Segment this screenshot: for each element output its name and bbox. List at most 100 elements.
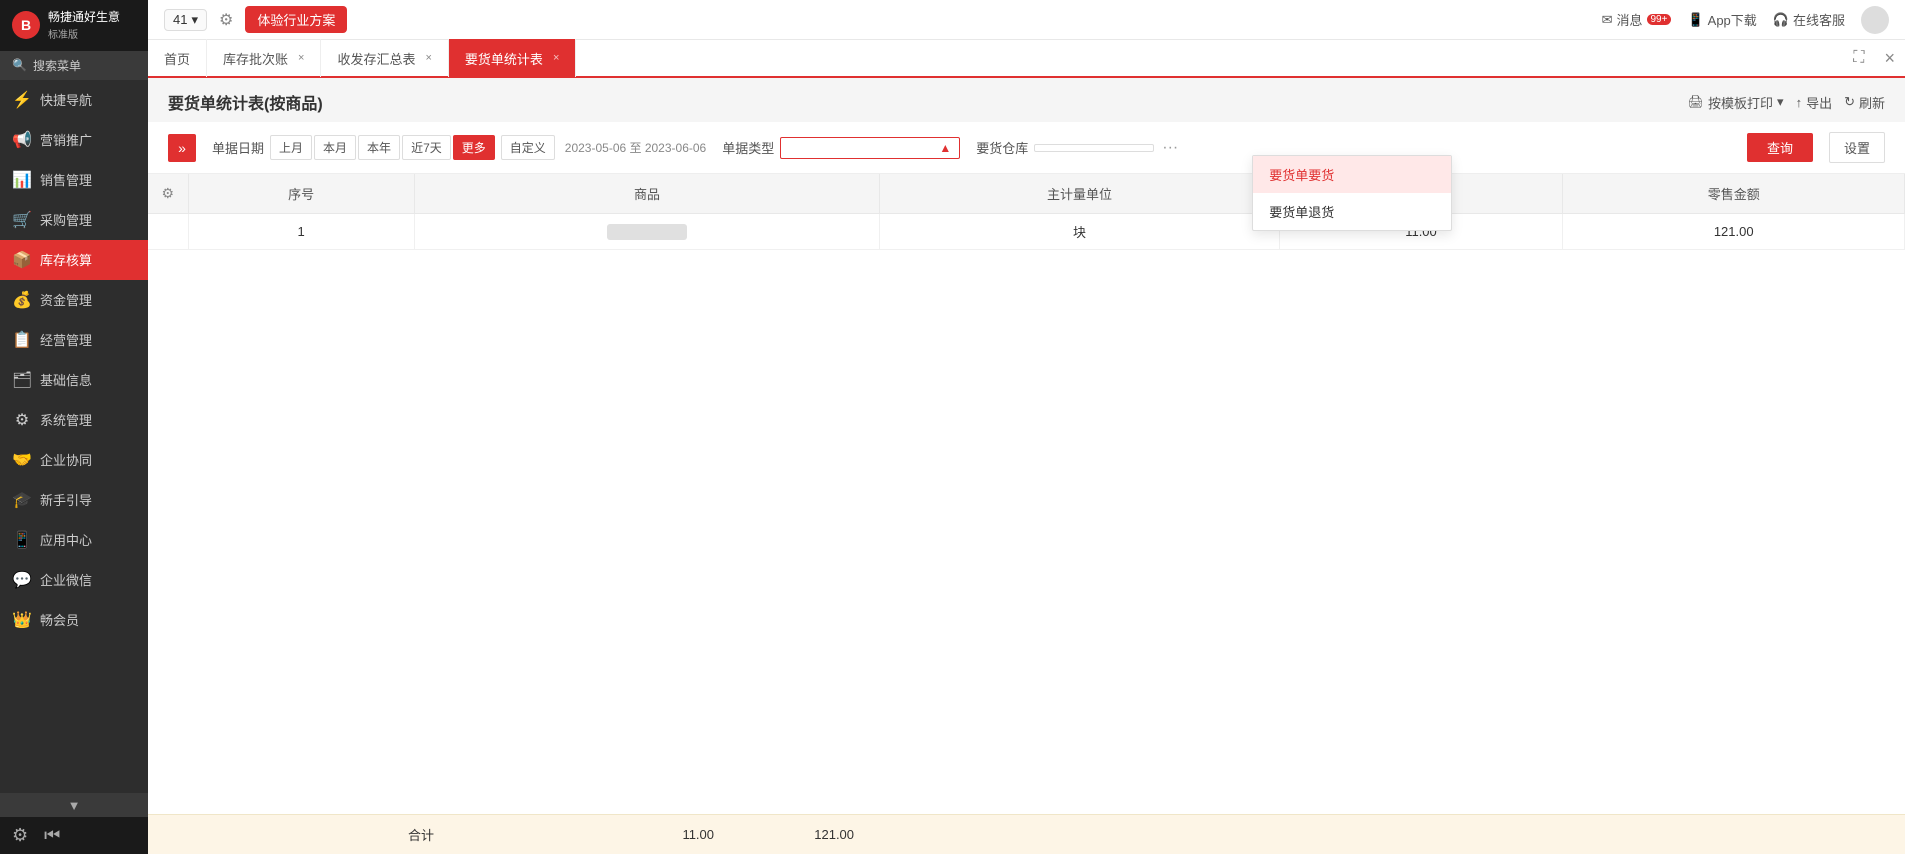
th-settings: ⚙ [148,174,188,214]
th-goods: 商品 [414,174,880,214]
page-header: 要货单统计表(按商品) 🖨 按模板打印 ▾ ↑ 导出 ↻ 刷新 [148,78,1905,122]
column-settings-icon[interactable]: ⚙ [161,185,174,201]
tab-order-summary[interactable]: 要货单统计表 × [449,39,576,77]
th-amount: 零售金额 [1563,174,1905,214]
filter-bar: » 单据日期 上月 本月 本年 近7天 更多 自定义 2023-05-06 至 … [148,122,1905,174]
date-buttons: 上月 本月 本年 近7天 更多 [270,135,495,160]
system-label: 系统管理 [40,410,92,429]
type-dropdown: 要货单要货要货单退货 [1252,155,1452,231]
trial-button[interactable]: 体验行业方案 [245,6,347,33]
finance-icon: 💰 [12,290,32,310]
inventory-label: 库存核算 [40,250,92,269]
date-btn-last-month[interactable]: 上月 [270,135,312,160]
tab-close-receive-summary[interactable]: × [425,52,431,64]
company-select-arrow: ▾ [191,12,198,28]
sidebar-item-beginner[interactable]: 🎓 新手引导 [0,480,148,520]
tabs-close-icon[interactable]: × [1874,48,1905,69]
date-btn-7days[interactable]: 近7天 [402,135,451,160]
basic-label: 基础信息 [40,370,92,389]
warehouse-filter-label: 要货仓库 [976,138,1028,157]
message-badge: 99+ [1647,14,1672,25]
tab-home[interactable]: 首页 [148,39,207,77]
member-label: 畅会员 [40,610,79,629]
tab-close-order-summary[interactable]: × [553,52,559,64]
warehouse-filter-group: 要货仓库 ··· [976,138,1178,157]
logo-icon: B [12,11,40,39]
tab-label-inventory-batch: 库存批次账 [223,49,288,68]
footer-quantity: 11.00 [634,827,714,842]
app-download-btn[interactable]: 📱 App下载 [1687,10,1756,29]
export-icon: ↑ [1796,95,1803,110]
sidebar-item-app-center[interactable]: 📱 应用中心 [0,520,148,560]
print-arrow: ▾ [1777,94,1784,110]
sidebar-item-enterprise[interactable]: 🤝 企业协同 [0,440,148,480]
sidebar-item-wechat[interactable]: 💬 企业微信 [0,560,148,600]
purchase-icon: 🛒 [12,210,32,230]
row-unit: 块 [880,214,1279,250]
operation-icon: 📋 [12,330,32,350]
sidebar-item-quick-nav[interactable]: ⚡ 快捷导航 [0,80,148,120]
enterprise-label: 企业协同 [40,450,92,469]
header-gear-icon[interactable]: ⚙ [219,10,233,30]
collapse-sidebar-icon[interactable]: ⏮ [44,825,60,846]
table-row: 1 块 11.00 121.00 [148,214,1905,250]
type-select[interactable]: ▲ [780,137,960,159]
date-btn-this-year[interactable]: 本年 [358,135,400,160]
row-goods [414,214,880,250]
quick-nav-label: 快捷导航 [40,90,92,109]
sidebar-item-sales[interactable]: 📊 销售管理 [0,160,148,200]
sidebar-item-operation[interactable]: 📋 经营管理 [0,320,148,360]
user-avatar[interactable] [1861,6,1889,34]
sales-icon: 📊 [12,170,32,190]
tab-label-receive-summary: 收发存汇总表 [337,49,415,68]
export-btn[interactable]: ↑ 导出 [1796,93,1833,112]
sidebar-item-marketing[interactable]: 📢 营销推广 [0,120,148,160]
type-filter-group: 单据类型 ▲ 要货单要货要货单退货 [722,137,960,159]
page-content: 要货单统计表(按商品) 🖨 按模板打印 ▾ ↑ 导出 ↻ 刷新 » [148,78,1905,854]
settings-bottom-icon[interactable]: ⚙ [12,825,28,846]
footer-label: 合计 [408,825,434,844]
warehouse-more-btn[interactable]: ··· [1162,139,1178,157]
message-btn[interactable]: ✉ 消息 99+ [1602,10,1672,29]
print-template-btn[interactable]: 🖨 按模板打印 ▾ [1688,93,1784,112]
refresh-btn[interactable]: ↻ 刷新 [1844,93,1885,112]
tab-inventory-batch[interactable]: 库存批次账 × [207,39,321,77]
company-select[interactable]: 41 ▾ [164,9,207,31]
dropdown-item-return[interactable]: 要货单退货 [1253,193,1451,230]
online-service-btn[interactable]: 🎧 在线客服 [1773,10,1845,29]
sidebar-item-member[interactable]: 👑 畅会员 [0,600,148,640]
sidebar-scroll-down[interactable]: ▼ [0,793,148,817]
type-select-arrow-up: ▲ [939,141,951,155]
search-icon: 🔍 [12,58,27,72]
top-header: 41 ▾ ⚙ 体验行业方案 ✉ 消息 99+ 📱 App下载 🎧 在线客服 [148,0,1905,40]
tabs-expand-icon[interactable]: ⛶ [1843,49,1874,67]
dropdown-item-order[interactable]: 要货单要货 [1253,156,1451,193]
sidebar-item-basic[interactable]: 🗂 基础信息 [0,360,148,400]
warehouse-input[interactable] [1034,144,1154,152]
sidebar-item-purchase[interactable]: 🛒 采购管理 [0,200,148,240]
tab-label-order-summary: 要货单统计表 [465,49,543,68]
date-btn-custom[interactable]: 自定义 [501,135,555,160]
company-name: 41 [173,12,187,27]
page-title: 要货单统计表(按商品) [168,90,323,114]
sidebar-item-inventory[interactable]: 📦 库存核算 [0,240,148,280]
sidebar-item-finance[interactable]: 💰 资金管理 [0,280,148,320]
phone-icon: 📱 [1687,12,1703,28]
tabs-bar: 首页库存批次账 × 收发存汇总表 × 要货单统计表 × ⛶ × [148,40,1905,78]
date-filter-group: 单据日期 上月 本月 本年 近7天 更多 自定义 2023-05-06 至 20… [212,135,706,160]
wechat-label: 企业微信 [40,570,92,589]
header-left: 41 ▾ ⚙ 体验行业方案 [164,6,347,33]
date-btn-this-month[interactable]: 本月 [314,135,356,160]
query-button[interactable]: 查询 [1747,133,1813,162]
logo-name: 畅捷通好生意 [48,10,120,26]
settings-button[interactable]: 设置 [1829,132,1885,163]
sidebar-item-system[interactable]: ⚙ 系统管理 [0,400,148,440]
tab-receive-summary[interactable]: 收发存汇总表 × [321,39,448,77]
expand-filter-btn[interactable]: » [168,134,196,162]
date-btn-more[interactable]: 更多 [453,135,495,160]
footer-total-row: 合计 11.00 121.00 [168,825,1885,844]
tab-close-inventory-batch[interactable]: × [298,52,304,64]
sidebar-search[interactable]: 🔍 搜索菜单 [0,51,148,80]
headset-icon: 🎧 [1773,12,1789,28]
print-template-label: 按模板打印 [1708,93,1773,112]
